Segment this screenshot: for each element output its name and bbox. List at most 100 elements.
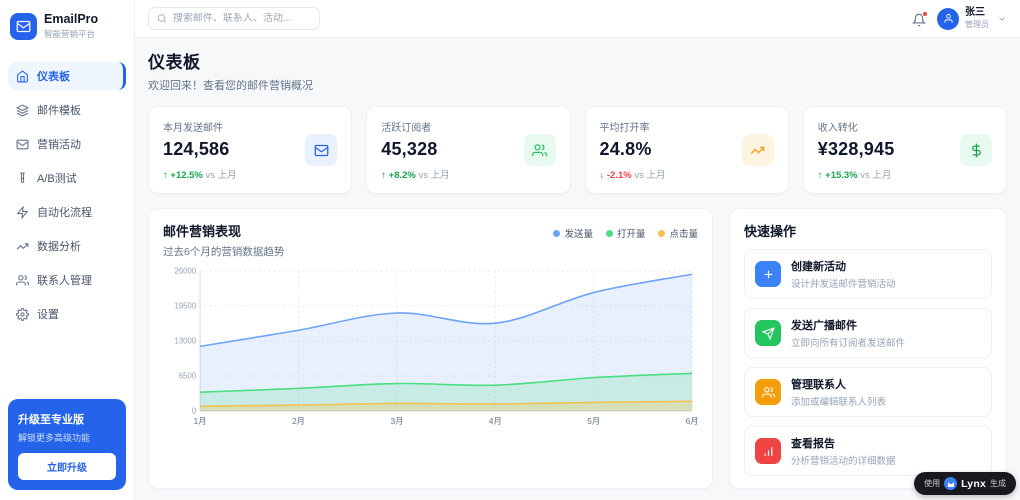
trending-up-icon — [16, 240, 29, 253]
chart-subtitle: 过去6个月的营销数据趋势 — [163, 244, 284, 259]
trend-arrow: ↑ — [381, 170, 386, 181]
trend-value: +15.3% — [825, 170, 858, 181]
stat-value: 24.8% — [600, 139, 666, 160]
send-icon — [755, 320, 781, 346]
page-title: 仪表板 — [148, 48, 1007, 73]
legend-label: 打开量 — [617, 226, 646, 240]
stat-change: ↑ +8.2% vs 上月 — [381, 167, 449, 181]
trend-arrow: ↑ — [163, 170, 168, 181]
upgrade-button[interactable]: 立即升级 — [18, 453, 116, 480]
lynx-logo-icon — [944, 477, 957, 490]
quick-action-title: 创建新活动 — [791, 258, 896, 274]
sidebar-item-ab-test[interactable]: A/B测试 — [8, 164, 126, 192]
stat-value: ¥328,945 — [818, 139, 895, 160]
quick-action-contacts[interactable]: 管理联系人 添加或编辑联系人列表 — [744, 367, 992, 417]
svg-text:0: 0 — [192, 406, 197, 415]
topbar: 张三 管理员 — [135, 0, 1020, 38]
sidebar-item-dashboard[interactable]: 仪表板 — [8, 62, 126, 90]
users-icon — [16, 274, 29, 287]
quick-action-broadcast[interactable]: 发送广播邮件 立即向所有订阅者发送邮件 — [744, 308, 992, 358]
mail-icon — [16, 19, 31, 34]
stat-label: 活跃订阅者 — [381, 119, 449, 134]
user-icon — [943, 13, 954, 24]
stat-value: 45,328 — [381, 139, 449, 160]
sidebar-item-label: 自动化流程 — [37, 204, 92, 220]
sidebar: EmailPro 智能营销平台 仪表板 邮件模板 营销活动 A/B测试 自动化流… — [0, 0, 135, 500]
app-logo: EmailPro 智能营销平台 — [0, 0, 134, 50]
legend-item-sent: 发送量 — [553, 226, 593, 240]
middle-row: 邮件营销表现 过去6个月的营销数据趋势 发送量 打开量 点击量 06500130… — [148, 208, 1007, 489]
user-menu[interactable]: 张三 管理员 — [937, 7, 1007, 30]
trend-value: +8.2% — [389, 170, 416, 181]
quick-action-title: 发送广播邮件 — [791, 317, 905, 333]
sidebar-item-analytics[interactable]: 数据分析 — [8, 232, 126, 260]
sidebar-item-automation[interactable]: 自动化流程 — [8, 198, 126, 226]
sidebar-item-label: 邮件模板 — [37, 102, 81, 118]
app-name: EmailPro — [44, 12, 98, 26]
main-area: 张三 管理员 仪表板 欢迎回来！查看您的邮件营销概况 本月发送邮件 124,58… — [135, 0, 1020, 500]
search-box[interactable] — [148, 7, 320, 30]
stats-grid: 本月发送邮件 124,586 ↑ +12.5% vs 上月 活跃订阅者 45,3… — [148, 106, 1007, 194]
avatar — [937, 8, 959, 30]
svg-text:4月: 4月 — [489, 416, 502, 426]
upgrade-subtitle: 解锁更多高级功能 — [18, 431, 116, 444]
user-role: 管理员 — [965, 19, 989, 30]
chart-legend: 发送量 打开量 点击量 — [553, 221, 698, 240]
sidebar-item-label: 设置 — [37, 306, 59, 322]
legend-item-opens: 打开量 — [606, 226, 646, 240]
quick-action-create-campaign[interactable]: 创建新活动 设计并发送邮件营销活动 — [744, 249, 992, 299]
stat-card-open-rate: 平均打开率 24.8% ↓ -2.1% vs 上月 — [585, 106, 789, 194]
bar-chart-icon — [755, 438, 781, 464]
performance-area-chart: 065001300019500260001月2月3月4月5月6月 — [163, 263, 698, 429]
quick-actions-title: 快速操作 — [744, 221, 992, 240]
search-input[interactable] — [173, 13, 311, 24]
upgrade-card: 升级至专业版 解锁更多高级功能 立即升级 — [8, 399, 126, 490]
stat-change: ↑ +15.3% vs 上月 — [818, 167, 895, 181]
trend-suffix: vs 上月 — [418, 170, 449, 181]
trend-value: -2.1% — [607, 170, 632, 181]
quick-actions-panel: 快速操作 创建新活动 设计并发送邮件营销活动 发送广播邮件 — [729, 208, 1007, 489]
stat-label: 本月发送邮件 — [163, 119, 237, 134]
zap-icon — [16, 206, 29, 219]
plus-icon — [755, 261, 781, 287]
notifications-button[interactable] — [912, 11, 926, 27]
dollar-icon — [960, 134, 992, 166]
lynx-badge[interactable]: 使用 Lynx 生成 — [914, 472, 1016, 495]
chevron-down-icon — [997, 14, 1007, 24]
svg-text:19500: 19500 — [175, 301, 197, 310]
legend-label: 发送量 — [564, 226, 593, 240]
svg-text:26000: 26000 — [175, 266, 197, 275]
chart-card: 邮件营销表现 过去6个月的营销数据趋势 发送量 打开量 点击量 06500130… — [148, 208, 713, 489]
sidebar-item-settings[interactable]: 设置 — [8, 300, 126, 328]
sidebar-item-label: 联系人管理 — [37, 272, 92, 288]
user-name: 张三 — [965, 7, 989, 19]
sidebar-nav: 仪表板 邮件模板 营销活动 A/B测试 自动化流程 数据分析 联系人管理 设置 — [0, 50, 134, 340]
mail-icon — [305, 134, 337, 166]
stat-change: ↑ +12.5% vs 上月 — [163, 167, 237, 181]
stat-change: ↓ -2.1% vs 上月 — [600, 167, 666, 181]
trend-value: +12.5% — [170, 170, 203, 181]
page-subtitle: 欢迎回来！查看您的邮件营销概况 — [148, 77, 1007, 93]
quick-action-reports[interactable]: 查看报告 分析营销活动的详细数据 — [744, 426, 992, 476]
users-icon — [755, 379, 781, 405]
topbar-right: 张三 管理员 — [912, 7, 1007, 30]
quick-action-subtitle: 设计并发送邮件营销活动 — [791, 276, 896, 290]
stat-label: 收入转化 — [818, 119, 895, 134]
home-icon — [16, 70, 29, 83]
legend-dot — [553, 230, 560, 237]
sidebar-item-contacts[interactable]: 联系人管理 — [8, 266, 126, 294]
test-tube-icon — [16, 172, 29, 185]
sidebar-item-campaigns[interactable]: 营销活动 — [8, 130, 126, 158]
sidebar-item-templates[interactable]: 邮件模板 — [8, 96, 126, 124]
notification-dot — [922, 11, 928, 17]
trend-arrow: ↓ — [600, 170, 605, 181]
trend-suffix: vs 上月 — [206, 170, 237, 181]
chart-header: 邮件营销表现 过去6个月的营销数据趋势 发送量 打开量 点击量 — [163, 221, 698, 259]
stat-card-revenue: 收入转化 ¥328,945 ↑ +15.3% vs 上月 — [803, 106, 1007, 194]
stat-value: 124,586 — [163, 139, 237, 160]
quick-action-subtitle: 分析营销活动的详细数据 — [791, 453, 896, 467]
sidebar-item-label: A/B测试 — [37, 170, 77, 186]
mail-icon — [16, 138, 29, 151]
upgrade-title: 升级至专业版 — [18, 411, 116, 427]
legend-dot — [658, 230, 665, 237]
